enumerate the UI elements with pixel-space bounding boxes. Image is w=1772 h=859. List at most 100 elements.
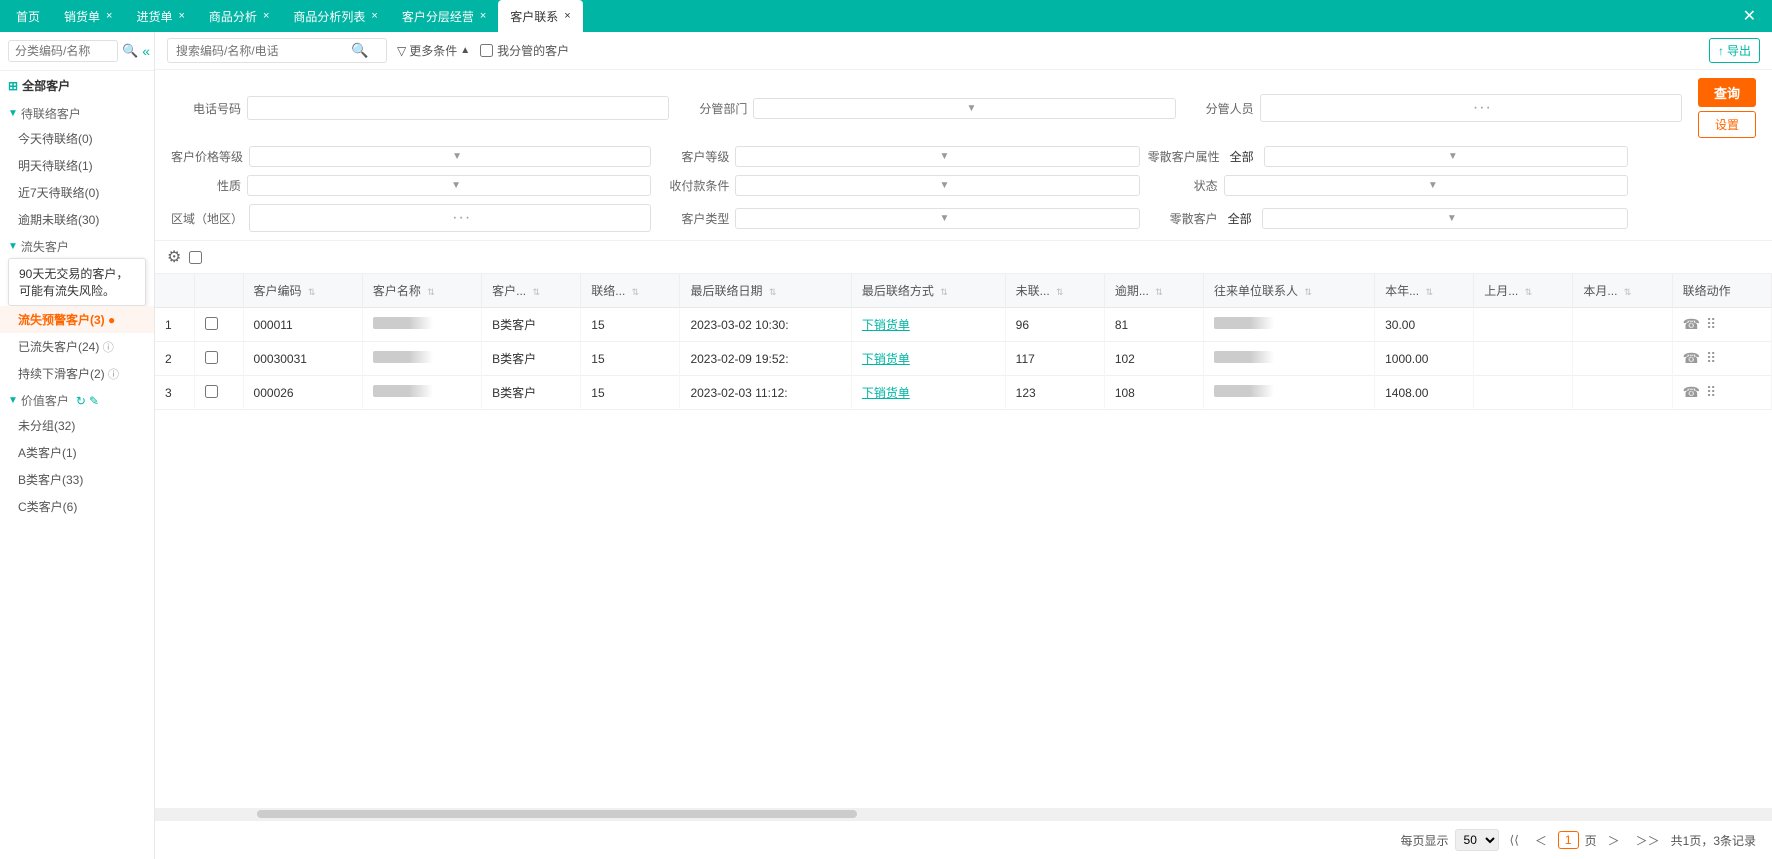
window-close-button[interactable]: ✕ [1727, 6, 1772, 26]
cell-checkbox[interactable] [194, 342, 243, 376]
filter-select-region[interactable]: ··· [249, 204, 651, 232]
close-icon[interactable]: × [371, 10, 377, 22]
cell-last-contact-method[interactable]: 下销货单 [851, 342, 1005, 376]
sort-icon[interactable]: ⇅ [632, 287, 640, 297]
export-button[interactable]: ↑ 导出 [1709, 38, 1760, 63]
row-checkbox[interactable] [205, 317, 218, 330]
edit-icon[interactable]: ✎ [89, 394, 99, 408]
more-action-icon[interactable]: ⠿ [1706, 384, 1716, 401]
my-customer-checkbox[interactable] [480, 44, 493, 57]
sort-icon[interactable]: ⇅ [1425, 287, 1433, 297]
sort-icon[interactable]: ⇅ [1155, 287, 1163, 297]
sidebar-item-overdue[interactable]: 逾期未联络(30) [0, 206, 154, 233]
sidebar-all-customers[interactable]: ⊞ 全部客户 [0, 71, 154, 100]
sidebar-item-declining[interactable]: 持续下滑客户(2) ⓘ [0, 360, 154, 387]
sidebar-collapse-button[interactable]: « [142, 43, 150, 59]
contact-method-link[interactable]: 下销货单 [862, 352, 910, 366]
cell-checkbox[interactable] [194, 376, 243, 410]
cell-checkbox[interactable] [194, 308, 243, 342]
contact-action-icon[interactable]: ☎ [1683, 350, 1700, 367]
query-button[interactable]: 查询 [1698, 78, 1756, 107]
contact-action-icon[interactable]: ☎ [1683, 316, 1700, 333]
filter-select-grade[interactable]: ▼ [735, 146, 1139, 167]
settings-button[interactable]: 设置 [1698, 111, 1756, 138]
sort-icon[interactable]: ⇅ [533, 287, 541, 297]
more-icon[interactable]: ··· [1473, 99, 1673, 117]
sort-icon[interactable]: ⇅ [769, 287, 777, 297]
filter-select-customer-type[interactable]: ▼ [735, 208, 1139, 229]
prev-page-button[interactable]: ＜ [1530, 830, 1552, 851]
sort-icon[interactable]: ⇅ [1525, 287, 1533, 297]
sidebar-item-b-class[interactable]: B类客户(33) [0, 466, 154, 493]
filter-select-retail-attr[interactable]: ▼ [1264, 146, 1628, 167]
scrollbar-thumb[interactable] [257, 810, 857, 818]
tab-sales[interactable]: 销货单 × [52, 0, 124, 32]
tab-product-analysis[interactable]: 商品分析 × [197, 0, 281, 32]
sidebar-section-lost[interactable]: ▼ 流失客户 [0, 233, 154, 258]
tab-product-analysis-list[interactable]: 商品分析列表 × [281, 0, 389, 32]
close-icon[interactable]: × [564, 10, 570, 22]
select-all-checkbox[interactable] [189, 251, 202, 264]
contact-method-link[interactable]: 下销货单 [862, 318, 910, 332]
next-page-button[interactable]: ＞ [1603, 830, 1625, 851]
tab-purchase[interactable]: 进货单 × [124, 0, 196, 32]
sort-icon[interactable]: ⇅ [1056, 287, 1064, 297]
filter-select-dept[interactable]: ▼ [753, 98, 1175, 119]
sidebar-item-ungroup[interactable]: 未分组(32) [0, 412, 154, 439]
filter-select-person[interactable]: ··· [1260, 94, 1682, 122]
sidebar-item-lost[interactable]: 已流失客户(24) ⓘ [0, 333, 154, 360]
filter-input-phone[interactable] [247, 96, 669, 120]
sort-icon[interactable]: ⇅ [940, 287, 948, 297]
cell-contact: 15 [581, 308, 680, 342]
filter-select-payment[interactable]: ▼ [735, 175, 1139, 196]
tab-customer-contact[interactable]: 客户联系 × [498, 0, 582, 32]
filter-select-price-grade[interactable]: ▼ [249, 146, 651, 167]
sort-icon[interactable]: ⇅ [308, 287, 316, 297]
search-input[interactable] [176, 44, 346, 58]
sidebar-item-a-class[interactable]: A类客户(1) [0, 439, 154, 466]
sidebar-item-7days[interactable]: 近7天待联络(0) [0, 179, 154, 206]
contact-action-icon[interactable]: ☎ [1683, 384, 1700, 401]
close-icon[interactable]: × [106, 10, 112, 22]
sort-icon[interactable]: ⇅ [1304, 287, 1312, 297]
more-filter-button[interactable]: ▽ 更多条件 ▲ [397, 42, 470, 59]
sidebar-section-pending[interactable]: ▼ 待联络客户 [0, 100, 154, 125]
tab-customer-layer[interactable]: 客户分层经营 × [390, 0, 498, 32]
filter-select-retail-customer[interactable]: ▼ [1262, 208, 1628, 229]
close-icon[interactable]: × [263, 10, 269, 22]
sidebar-item-c-class[interactable]: C类客户(6) [0, 493, 154, 520]
last-page-button[interactable]: ＞＞ [1631, 830, 1665, 851]
col-overdue: 逾期... ⇅ [1104, 274, 1203, 308]
sidebar-item-tomorrow[interactable]: 明天待联络(1) [0, 152, 154, 179]
sidebar-item-today[interactable]: 今天待联络(0) [0, 125, 154, 152]
more-icon[interactable]: ··· [452, 209, 642, 227]
tab-home[interactable]: 首页 [4, 0, 52, 32]
filter-select-status[interactable]: ▼ [1224, 175, 1628, 196]
sidebar-section-value[interactable]: ▼ 价值客户 ↻ ✎ [0, 387, 154, 412]
close-icon[interactable]: × [178, 10, 184, 22]
close-icon[interactable]: × [480, 10, 486, 22]
gear-button[interactable]: ⚙ [167, 247, 181, 267]
sidebar-search-input[interactable] [8, 40, 118, 62]
my-customer-checkbox-area[interactable]: 我分管的客户 [480, 42, 569, 59]
row-checkbox[interactable] [205, 385, 218, 398]
per-page-select[interactable]: 50 [1455, 829, 1499, 851]
page-sep: 页 [1585, 832, 1597, 849]
cell-last-contact-method[interactable]: 下销货单 [851, 376, 1005, 410]
cell-last-contact-method[interactable]: 下销货单 [851, 308, 1005, 342]
first-page-button[interactable]: ⟨⟨ [1505, 831, 1524, 849]
filter-select-nature[interactable]: ▼ [247, 175, 651, 196]
cell-last-month [1474, 376, 1573, 410]
more-action-icon[interactable]: ⠿ [1706, 350, 1716, 367]
sidebar-item-loss-warning[interactable]: 流失预警客户(3) ● [0, 306, 154, 333]
sidebar-search-icon[interactable]: 🔍 [122, 43, 138, 59]
search-icon[interactable]: 🔍 [351, 42, 368, 59]
row-checkbox[interactable] [205, 351, 218, 364]
more-action-icon[interactable]: ⠿ [1706, 316, 1716, 333]
horizontal-scrollbar[interactable] [155, 808, 1772, 820]
sort-icon[interactable]: ⇅ [427, 287, 435, 297]
sort-icon[interactable]: ⇅ [1624, 287, 1632, 297]
chevron-down-icon: ▼ [967, 103, 1167, 114]
contact-method-link[interactable]: 下销货单 [862, 386, 910, 400]
refresh-icon[interactable]: ↻ [76, 394, 86, 408]
